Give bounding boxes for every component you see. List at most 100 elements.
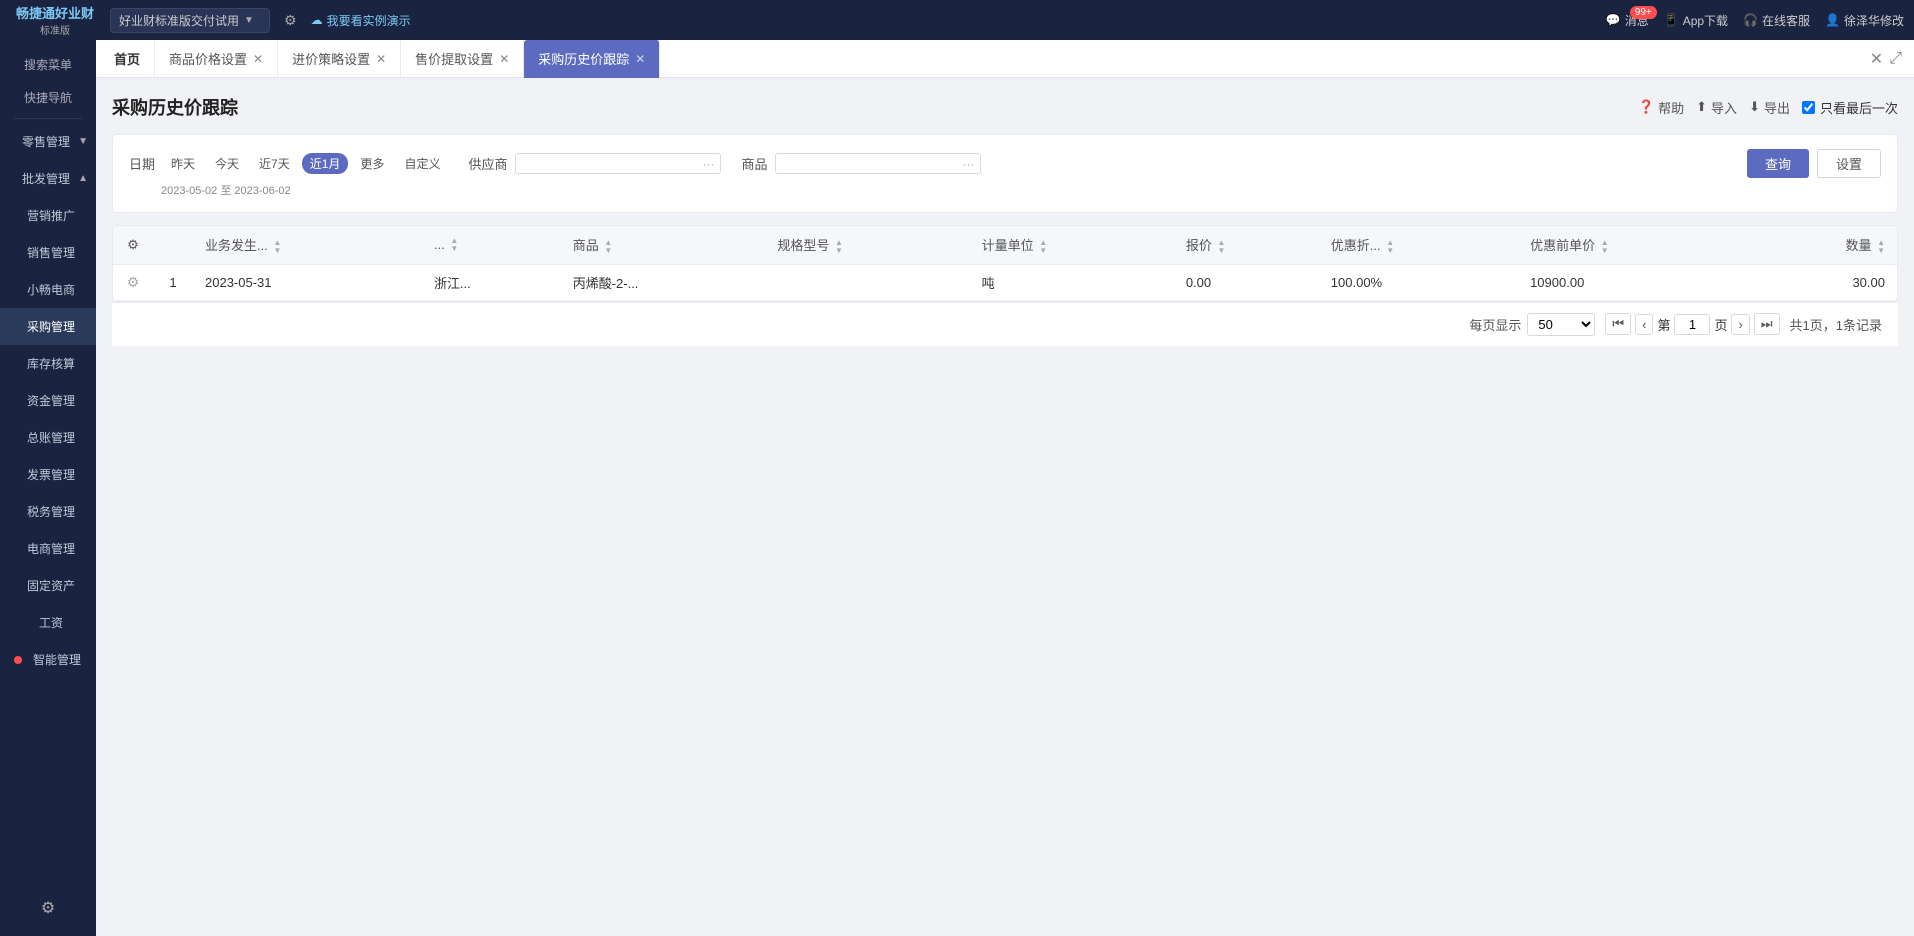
- sidebar-item-ecommerce[interactable]: 电商管理: [0, 530, 96, 567]
- sort-icon-extra: ▲▼: [450, 237, 458, 253]
- export-label: 导出: [1764, 98, 1790, 117]
- tab-price[interactable]: 商品价格设置 ✕: [155, 40, 278, 78]
- row-date: 2023-05-31: [193, 264, 422, 300]
- date-more-btn[interactable]: 更多: [352, 153, 392, 174]
- cloud-icon: ☁: [311, 13, 323, 27]
- sidebar-item-invoice[interactable]: 发票管理: [0, 456, 96, 493]
- sidebar-item-ecommerce-small[interactable]: 小畅电商: [0, 271, 96, 308]
- supplier-input[interactable]: [522, 156, 698, 171]
- logo-main: 畅捷通好业财: [16, 3, 94, 22]
- filter-actions: 查询 设置: [1747, 149, 1881, 178]
- tab-purchase-history[interactable]: 采购历史价跟踪 ✕: [524, 40, 660, 78]
- tab-purchase-history-label: 采购历史价跟踪: [538, 49, 629, 68]
- sidebar-gear-button[interactable]: ⚙: [41, 898, 55, 918]
- th-extra[interactable]: ... ▲▼: [422, 226, 561, 264]
- date-today-btn[interactable]: 今天: [207, 153, 247, 174]
- supplier-ellipsis[interactable]: ···: [702, 157, 714, 171]
- th-date[interactable]: 业务发生... ▲▼: [193, 226, 422, 264]
- sidebar-label-wholesale: 批发管理: [14, 170, 78, 187]
- th-gear[interactable]: ⚙: [113, 226, 153, 264]
- sidebar-item-wholesale[interactable]: 批发管理 ▲: [0, 160, 96, 197]
- th-spec[interactable]: 规格型号 ▲▼: [765, 226, 969, 264]
- th-quote[interactable]: 报价 ▲▼: [1174, 226, 1319, 264]
- per-page-select[interactable]: 10 20 50 100: [1527, 313, 1595, 336]
- help-button[interactable]: ❓ 帮助: [1638, 98, 1684, 117]
- app-download-button[interactable]: 📱 App下载: [1664, 12, 1728, 29]
- help-label: 帮助: [1658, 98, 1684, 117]
- row-supplier: 浙江...: [422, 264, 561, 300]
- demo-button[interactable]: ☁ 我要看实例演示: [311, 12, 411, 29]
- close-tab-button[interactable]: ✕: [1870, 49, 1883, 69]
- sidebar-item-marketing[interactable]: 营销推广: [0, 197, 96, 234]
- date-last1month-btn[interactable]: 近1月: [302, 153, 349, 174]
- row-discount: 100.00%: [1319, 264, 1518, 300]
- tab-home[interactable]: 首页: [100, 40, 155, 78]
- export-button[interactable]: ⬇ 导出: [1749, 98, 1790, 117]
- prev-page-button[interactable]: ‹: [1635, 314, 1653, 335]
- user-menu-button[interactable]: 👤 徐泽华修改: [1825, 12, 1904, 29]
- sidebar-item-quick-nav[interactable]: 快捷导航: [24, 81, 72, 114]
- sidebar-label-purchase: 采购管理: [14, 318, 88, 335]
- date-options: 昨天 今天 近7天 近1月 更多 自定义: [163, 153, 448, 174]
- tab-purchase-history-close[interactable]: ✕: [635, 52, 645, 66]
- date-custom-btn[interactable]: 自定义: [396, 153, 448, 174]
- tab-sale-price[interactable]: 售价提取设置 ✕: [401, 40, 524, 78]
- message-icon: 💬: [1606, 13, 1621, 27]
- sidebar-item-purchase[interactable]: 采购管理: [0, 308, 96, 345]
- sidebar-item-assets[interactable]: 固定资产: [0, 567, 96, 604]
- only-last-checkbox[interactable]: 只看最后一次: [1802, 98, 1898, 117]
- row-unit: 吨: [970, 264, 1174, 300]
- sidebar-item-inventory[interactable]: 库存核算: [0, 345, 96, 382]
- page-nav: ⏮ ‹ 第 页 › ⏭: [1605, 313, 1779, 335]
- only-last-input[interactable]: [1802, 101, 1815, 114]
- tab-sale-price-close[interactable]: ✕: [499, 52, 509, 66]
- per-page-group: 每页显示 10 20 50 100: [1469, 313, 1595, 336]
- sidebar-item-payroll[interactable]: 工资: [0, 604, 96, 641]
- page-label: 第: [1657, 315, 1670, 334]
- page-suffix: 页: [1714, 315, 1727, 334]
- th-discount[interactable]: 优惠折... ▲▼: [1319, 226, 1518, 264]
- online-service-button[interactable]: 🎧 在线客服: [1743, 12, 1810, 29]
- sidebar-item-sales[interactable]: 销售管理: [0, 234, 96, 271]
- next-page-button[interactable]: ›: [1731, 314, 1749, 335]
- page-title: 采购历史价跟踪: [112, 94, 238, 120]
- version-settings-button[interactable]: ⚙: [280, 8, 301, 33]
- th-goods[interactable]: 商品 ▲▼: [561, 226, 766, 264]
- query-button[interactable]: 查询: [1747, 149, 1809, 178]
- sidebar-item-smart[interactable]: 智能管理: [0, 641, 96, 678]
- sidebar-item-ledger[interactable]: 总账管理: [0, 419, 96, 456]
- date-last7-btn[interactable]: 近7天: [251, 153, 298, 174]
- sort-icon-spec: ▲▼: [835, 239, 843, 255]
- date-yesterday-btn[interactable]: 昨天: [163, 153, 203, 174]
- version-selector[interactable]: 好业财标准版交付试用 ▼: [110, 8, 270, 33]
- th-unit-price[interactable]: 优惠前单价 ▲▼: [1518, 226, 1752, 264]
- sidebar-item-retail[interactable]: 零售管理 ▼: [0, 123, 96, 160]
- first-page-button[interactable]: ⏮: [1605, 313, 1631, 335]
- sidebar-item-finance[interactable]: 资金管理: [0, 382, 96, 419]
- version-label: 好业财标准版交付试用: [119, 12, 239, 29]
- page-number-input[interactable]: [1674, 314, 1710, 335]
- goods-input[interactable]: [782, 156, 958, 171]
- tab-purchase-strategy-close[interactable]: ✕: [376, 52, 386, 66]
- th-quantity[interactable]: 数量 ▲▼: [1752, 226, 1897, 264]
- chevron-up-icon: ▲: [78, 173, 88, 184]
- messages-button[interactable]: 💬 消息 99+: [1606, 12, 1649, 29]
- row-gear[interactable]: ⚙: [113, 264, 153, 300]
- tab-purchase-strategy[interactable]: 进价策略设置 ✕: [278, 40, 401, 78]
- expand-tab-button[interactable]: ⤢: [1889, 50, 1902, 68]
- row-unit-price: 10900.00: [1518, 264, 1752, 300]
- goods-label: 商品: [741, 154, 767, 173]
- th-unit[interactable]: 计量单位 ▲▼: [970, 226, 1174, 264]
- sidebar-item-search[interactable]: 搜索菜单: [24, 48, 72, 81]
- sidebar-item-tax[interactable]: 税务管理: [0, 493, 96, 530]
- goods-ellipsis[interactable]: ···: [962, 157, 974, 171]
- last-page-button[interactable]: ⏭: [1754, 313, 1780, 335]
- question-icon: ❓: [1638, 99, 1654, 115]
- import-button[interactable]: ⬆ 导入: [1696, 98, 1737, 117]
- tab-price-label: 商品价格设置: [169, 49, 247, 68]
- top-right-actions: 💬 消息 99+ 📱 App下载 🎧 在线客服 👤 徐泽华修改: [1606, 12, 1904, 29]
- sort-icon-date: ▲▼: [273, 239, 281, 255]
- only-last-label: 只看最后一次: [1820, 98, 1898, 117]
- tab-price-close[interactable]: ✕: [253, 52, 263, 66]
- filter-settings-button[interactable]: 设置: [1817, 149, 1881, 178]
